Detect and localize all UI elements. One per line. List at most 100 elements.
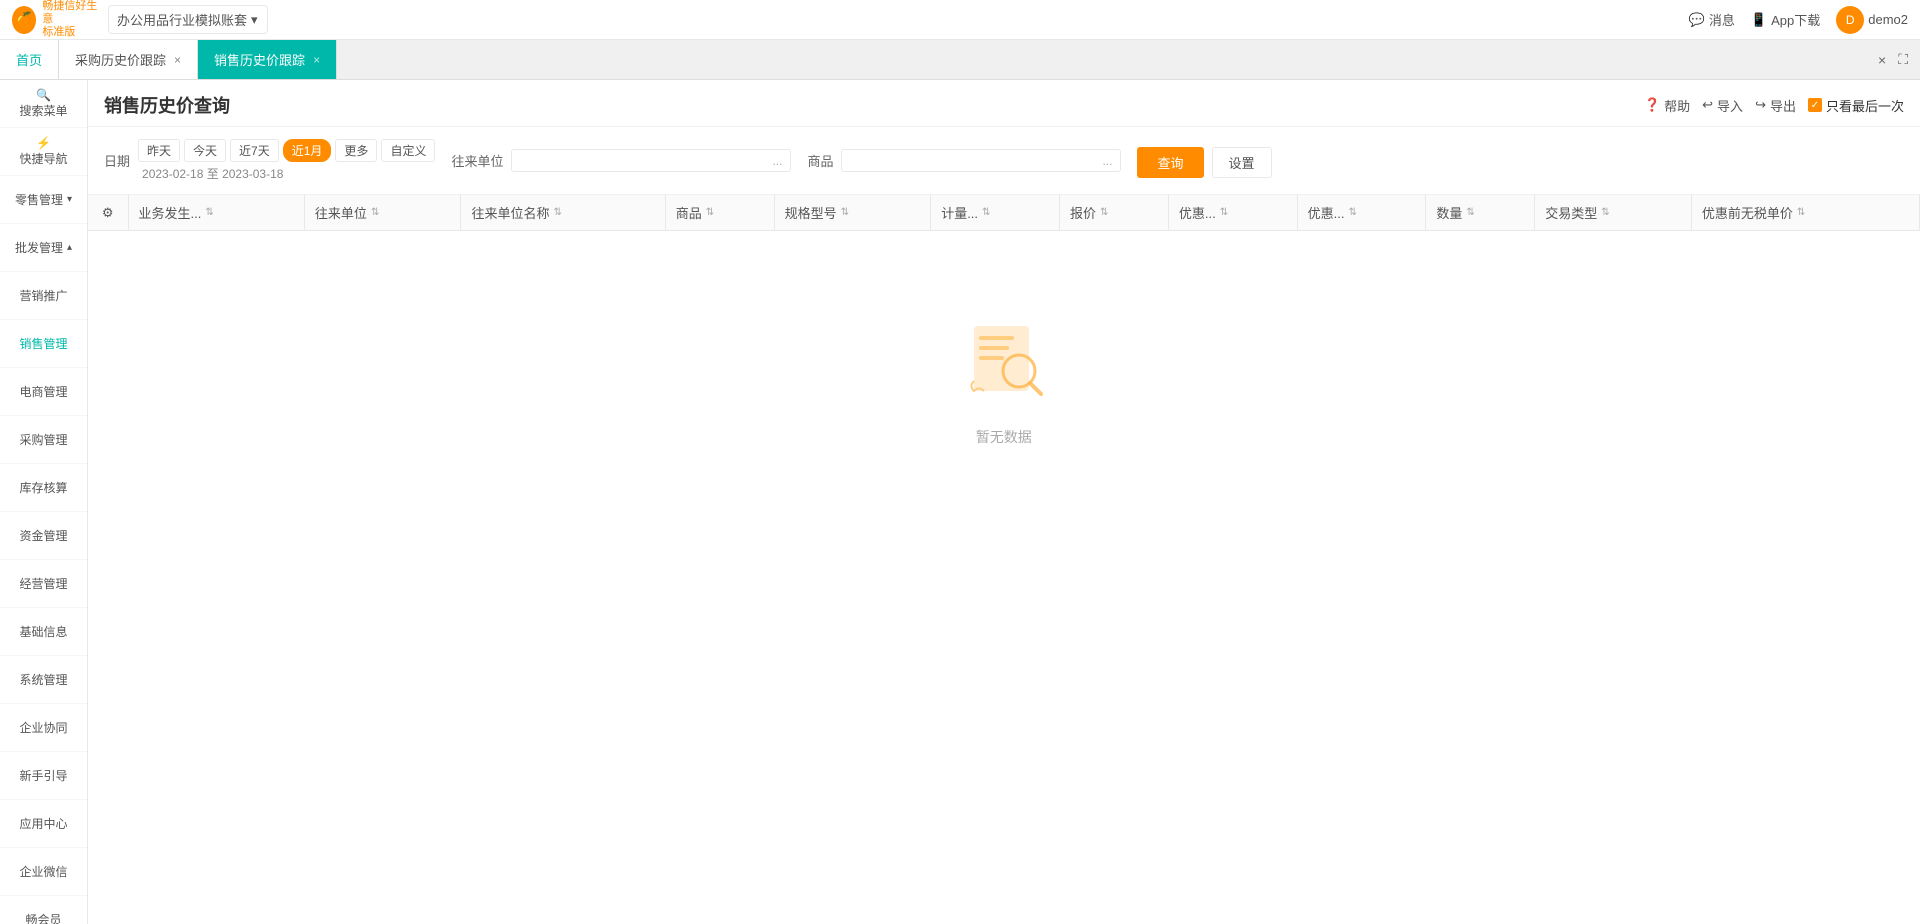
empty-icon bbox=[954, 311, 1054, 411]
partner-picker-icon[interactable]: ... bbox=[772, 154, 782, 168]
col-biz-date[interactable]: 业务发生... ⇅ bbox=[128, 195, 304, 231]
sort-icon: ⇅ bbox=[371, 207, 379, 218]
sidebar: 🔍 搜索菜单 ⚡ 快捷导航 零售管理 ▾ 批发管理 ▴ 营销推广 销售管理 电商… bbox=[0, 80, 88, 924]
col-partner-code[interactable]: 往来单位 ⇅ bbox=[304, 195, 461, 231]
sort-icon: ⇅ bbox=[982, 207, 990, 218]
product-filter-group: 商品 ... bbox=[807, 149, 1121, 172]
main-layout: 🔍 搜索菜单 ⚡ 快捷导航 零售管理 ▾ 批发管理 ▴ 营销推广 销售管理 电商… bbox=[0, 80, 1920, 924]
table-wrapper[interactable]: ⚙ 业务发生... ⇅ 往来单位 bbox=[88, 195, 1920, 924]
empty-state-row: 暂无数据 bbox=[88, 231, 1920, 528]
filter-bar: 日期 昨天 今天 近7天 近1月 更多 自定义 2023-02-18 至 202… bbox=[88, 127, 1920, 195]
sidebar-item-inventory[interactable]: 库存核算 bbox=[0, 464, 87, 512]
product-label: 商品 bbox=[807, 151, 833, 170]
user-menu[interactable]: D demo2 bbox=[1836, 6, 1908, 34]
col-quantity[interactable]: 数量 ⇅ bbox=[1426, 195, 1535, 231]
page-title: 销售历史价查询 bbox=[104, 92, 230, 118]
company-selector[interactable]: 办公用品行业模拟账套 ▾ bbox=[108, 5, 268, 34]
top-bar: 🍊 畅捷信好生意 标准版 办公用品行业模拟账套 ▾ 💬 消息 📱 App下载 D… bbox=[0, 0, 1920, 40]
col-pretax-price[interactable]: 优惠前无税单价 ⇅ bbox=[1691, 195, 1919, 231]
checkbox-checked-icon: ✓ bbox=[1808, 98, 1822, 112]
sort-icon: ⇅ bbox=[1601, 207, 1609, 218]
sidebar-item-member[interactable]: 畅会员 bbox=[0, 896, 87, 924]
import-icon: ↩ bbox=[1702, 97, 1713, 113]
col-price[interactable]: 报价 ⇅ bbox=[1059, 195, 1168, 231]
close-window-icon[interactable]: × bbox=[1878, 52, 1886, 68]
settings-button[interactable]: 设置 bbox=[1212, 147, 1272, 178]
sort-icon: ⇅ bbox=[1100, 207, 1108, 218]
sidebar-item-shortcut[interactable]: ⚡ 快捷导航 bbox=[0, 128, 87, 176]
top-right-area: 💬 消息 📱 App下载 D demo2 bbox=[1689, 6, 1908, 34]
sidebar-item-retail[interactable]: 零售管理 ▾ bbox=[0, 176, 87, 224]
tab-sales-history[interactable]: 销售历史价跟踪 × bbox=[198, 40, 337, 79]
query-button[interactable]: 查询 bbox=[1137, 147, 1203, 178]
date-btn-yesterday[interactable]: 昨天 bbox=[138, 139, 180, 162]
date-filter-group: 日期 昨天 今天 近7天 近1月 更多 自定义 2023-02-18 至 202… bbox=[104, 139, 435, 182]
sidebar-item-wholesale[interactable]: 批发管理 ▴ bbox=[0, 224, 87, 272]
empty-text: 暂无数据 bbox=[976, 427, 1032, 447]
date-btn-more[interactable]: 更多 bbox=[335, 139, 377, 162]
sort-icon: ⇅ bbox=[554, 207, 562, 218]
message-button[interactable]: 💬 消息 bbox=[1689, 10, 1735, 29]
tab-bar-right: × ⛶ bbox=[1866, 40, 1920, 79]
col-discount1[interactable]: 优惠... ⇅ bbox=[1168, 195, 1297, 231]
date-label: 日期 bbox=[104, 151, 130, 170]
content-area: 销售历史价查询 ❓ 帮助 ↩ 导入 ↪ 导出 ✓ bbox=[88, 80, 1920, 924]
product-input[interactable]: ... bbox=[841, 149, 1121, 172]
sidebar-item-appstore[interactable]: 应用中心 bbox=[0, 800, 87, 848]
chevron-up-icon: ▴ bbox=[67, 242, 72, 253]
sidebar-item-purchase[interactable]: 采购管理 bbox=[0, 416, 87, 464]
empty-state: 暂无数据 bbox=[88, 231, 1920, 527]
fullscreen-icon[interactable]: ⛶ bbox=[1898, 51, 1908, 68]
partner-input[interactable]: ... bbox=[511, 149, 791, 172]
partner-label: 往来单位 bbox=[451, 151, 503, 170]
tab-purchase-history[interactable]: 采购历史价跟踪 × bbox=[59, 40, 198, 79]
sidebar-item-marketing[interactable]: 营销推广 bbox=[0, 272, 87, 320]
sort-icon: ⇅ bbox=[706, 207, 714, 218]
app-icon: 📱 bbox=[1751, 12, 1767, 28]
logo-icon: 🍊 bbox=[12, 6, 36, 34]
col-discount2[interactable]: 优惠... ⇅ bbox=[1297, 195, 1426, 231]
app-download-button[interactable]: 📱 App下载 bbox=[1751, 10, 1820, 29]
col-settings[interactable]: ⚙ bbox=[88, 195, 128, 231]
date-buttons: 昨天 今天 近7天 近1月 更多 自定义 bbox=[138, 139, 435, 162]
partner-filter-group: 往来单位 ... bbox=[451, 149, 791, 172]
sidebar-item-search[interactable]: 🔍 搜索菜单 bbox=[0, 80, 87, 128]
date-btn-1month[interactable]: 近1月 bbox=[283, 139, 332, 162]
tab-bar: 首页 采购历史价跟踪 × 销售历史价跟踪 × × ⛶ bbox=[0, 40, 1920, 80]
avatar: D bbox=[1836, 6, 1864, 34]
sidebar-item-system[interactable]: 系统管理 bbox=[0, 656, 87, 704]
close-tab-purchase-icon[interactable]: × bbox=[174, 53, 181, 67]
date-btn-7days[interactable]: 近7天 bbox=[230, 139, 279, 162]
chevron-down-icon: ▾ bbox=[251, 12, 258, 28]
sort-icon: ⇅ bbox=[841, 207, 849, 218]
col-trade-type[interactable]: 交易类型 ⇅ bbox=[1535, 195, 1692, 231]
product-picker-icon[interactable]: ... bbox=[1102, 154, 1112, 168]
action-buttons: 查询 设置 bbox=[1137, 143, 1271, 178]
col-spec[interactable]: 规格型号 ⇅ bbox=[774, 195, 931, 231]
sidebar-item-guide[interactable]: 新手引导 bbox=[0, 752, 87, 800]
tab-home[interactable]: 首页 bbox=[0, 40, 59, 79]
col-product[interactable]: 商品 ⇅ bbox=[665, 195, 774, 231]
only-last-checkbox[interactable]: ✓ 只看最后一次 bbox=[1808, 96, 1904, 115]
col-partner-name[interactable]: 往来单位名称 ⇅ bbox=[461, 195, 665, 231]
help-link[interactable]: ❓ 帮助 bbox=[1644, 96, 1690, 115]
sidebar-item-basic[interactable]: 基础信息 bbox=[0, 608, 87, 656]
col-unit[interactable]: 计量... ⇅ bbox=[931, 195, 1060, 231]
sidebar-item-operations[interactable]: 经营管理 bbox=[0, 560, 87, 608]
sidebar-item-wechat[interactable]: 企业微信 bbox=[0, 848, 87, 896]
search-icon: 🔍 bbox=[36, 88, 51, 102]
chevron-down-icon: ▾ bbox=[67, 194, 72, 205]
data-table: ⚙ 业务发生... ⇅ 往来单位 bbox=[88, 195, 1920, 527]
export-icon: ↪ bbox=[1755, 97, 1766, 113]
sidebar-item-enterprise[interactable]: 企业协同 bbox=[0, 704, 87, 752]
sidebar-item-sales[interactable]: 销售管理 bbox=[0, 320, 87, 368]
date-range-text: 2023-02-18 至 2023-03-18 bbox=[142, 165, 435, 182]
sort-icon: ⇅ bbox=[1797, 207, 1805, 218]
sidebar-item-finance[interactable]: 资金管理 bbox=[0, 512, 87, 560]
date-btn-today[interactable]: 今天 bbox=[184, 139, 226, 162]
export-link[interactable]: ↪ 导出 bbox=[1755, 96, 1796, 115]
close-tab-sales-icon[interactable]: × bbox=[313, 53, 320, 67]
sidebar-item-ecommerce[interactable]: 电商管理 bbox=[0, 368, 87, 416]
import-link[interactable]: ↩ 导入 bbox=[1702, 96, 1743, 115]
date-btn-custom[interactable]: 自定义 bbox=[381, 139, 435, 162]
